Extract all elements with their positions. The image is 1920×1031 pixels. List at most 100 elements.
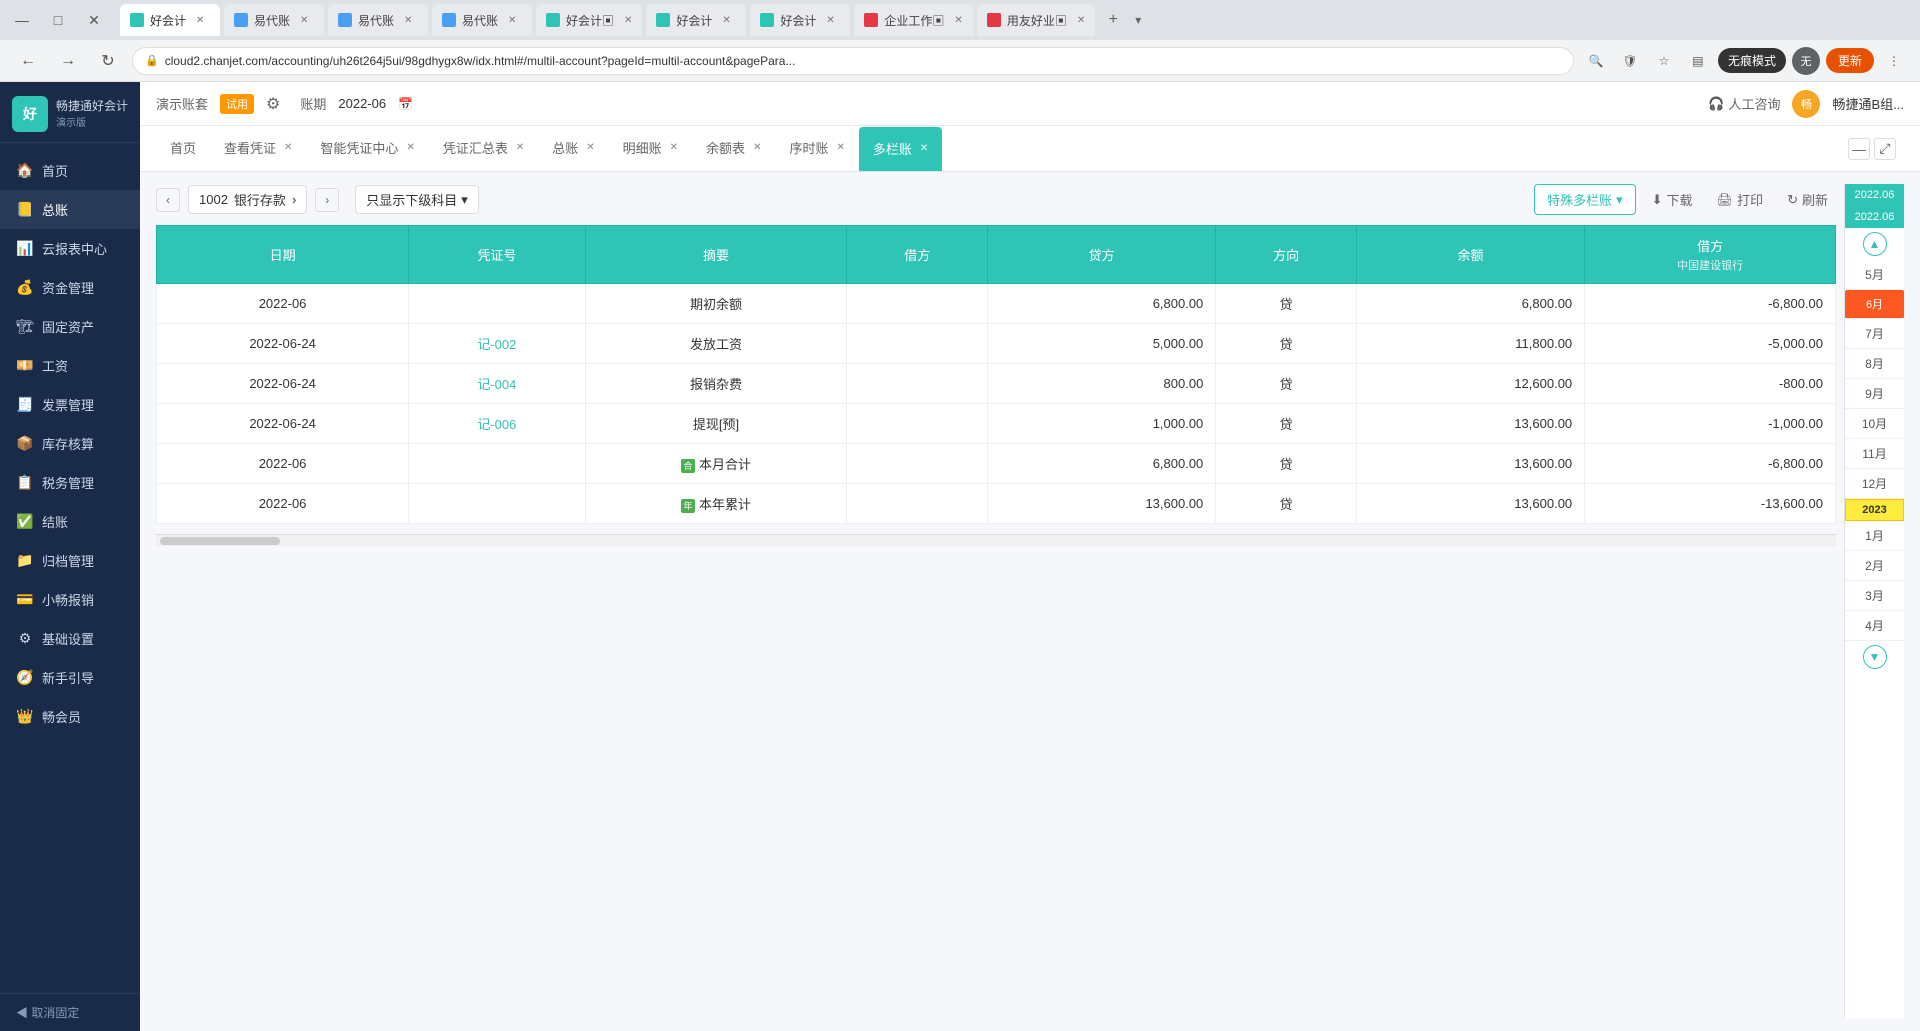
cal-nav-up[interactable]: ▲ — [1845, 228, 1904, 260]
sidebar-item-closing[interactable]: ✅ 结账 — [0, 502, 140, 541]
tab-detail-ledger-close[interactable]: ✕ — [670, 142, 678, 153]
reload-button[interactable]: ↻ — [92, 45, 124, 77]
maximize-btn[interactable]: □ — [44, 6, 72, 34]
sidebar-item-invoices[interactable]: 🧾 发票管理 — [0, 385, 140, 424]
tab-close-8[interactable]: ✕ — [954, 15, 962, 26]
shield-icon[interactable]: 🛡 — [1616, 47, 1644, 75]
sidebar-item-tax[interactable]: 📋 税务管理 — [0, 463, 140, 502]
sidebar-item-funds[interactable]: 💰 资金管理 — [0, 268, 140, 307]
panel-minimize-icon[interactable]: — — [1848, 138, 1870, 160]
calendar-icon[interactable]: 📅 — [398, 97, 413, 111]
tab-sequence[interactable]: 序时账 ✕ — [775, 126, 858, 171]
tab-general-ledger[interactable]: 总账 ✕ — [538, 126, 608, 171]
tab-home[interactable]: 首页 — [156, 126, 210, 171]
refresh-button[interactable]: ↻ 刷新 — [1779, 185, 1836, 214]
tab-close-5[interactable]: ✕ — [624, 15, 632, 26]
browser-tab-1[interactable]: 易代账 ✕ — [224, 4, 324, 36]
tab-balance[interactable]: 余额表 ✕ — [692, 126, 775, 171]
close-btn[interactable]: ✕ — [80, 6, 108, 34]
browser-tab-5[interactable]: 好会计▣ ✕ — [536, 4, 642, 36]
minimize-btn[interactable]: — — [8, 6, 36, 34]
tab-voucher-summary[interactable]: 凭证汇总表 ✕ — [429, 126, 538, 171]
cal-month-8[interactable]: 8月 — [1845, 349, 1904, 379]
horizontal-scrollbar[interactable] — [156, 534, 1836, 546]
tab-view-voucher-close[interactable]: ✕ — [284, 142, 292, 153]
tab-close-1[interactable]: ✕ — [300, 15, 308, 26]
tab-close-3[interactable]: ✕ — [508, 15, 516, 26]
sidebar-item-assets[interactable]: 🏗 固定资产 — [0, 307, 140, 346]
tab-multi-column[interactable]: 多栏账 ✕ — [859, 127, 942, 172]
special-multicolumn-button[interactable]: 特殊多栏账 ▾ — [1534, 184, 1636, 215]
user-avatar[interactable]: 畅 — [1792, 90, 1820, 118]
sidebar-item-member[interactable]: 👑 畅会员 — [0, 697, 140, 736]
account-selector[interactable]: 1002 银行存款 › — [188, 185, 307, 214]
tab-detail-ledger[interactable]: 明细账 ✕ — [609, 126, 692, 171]
browser-tab-3[interactable]: 易代账 ✕ — [432, 4, 532, 36]
browser-tab-6[interactable]: 好会计 ✕ — [646, 4, 746, 36]
star-icon[interactable]: ☆ — [1650, 47, 1678, 75]
cal-prev-btn[interactable]: ▲ — [1863, 232, 1887, 256]
new-tab-button[interactable]: + — [1099, 6, 1127, 34]
next-account-button[interactable]: › — [315, 188, 339, 212]
cal-month-2023-3[interactable]: 3月 — [1845, 581, 1904, 611]
back-button[interactable]: ← — [12, 45, 44, 77]
cal-month-9[interactable]: 9月 — [1845, 379, 1904, 409]
tab-close-6[interactable]: ✕ — [722, 15, 730, 26]
cal-month-10[interactable]: 10月 — [1845, 409, 1904, 439]
tab-sequence-close[interactable]: ✕ — [836, 142, 844, 153]
cal-next-btn[interactable]: ▼ — [1863, 645, 1887, 669]
more-icon[interactable]: ⋮ — [1880, 47, 1908, 75]
browser-tab-9[interactable]: 用友好业▣ ✕ — [977, 4, 1095, 36]
cal-month-2023-4[interactable]: 4月 — [1845, 611, 1904, 641]
forward-button[interactable]: → — [52, 45, 84, 77]
tab-balance-close[interactable]: ✕ — [753, 142, 761, 153]
sidebar-item-expense[interactable]: 💳 小畅报销 — [0, 580, 140, 619]
sidebar-item-archive[interactable]: 📁 归档管理 — [0, 541, 140, 580]
sidebar-item-guide[interactable]: 🧭 新手引导 — [0, 658, 140, 697]
tab-multi-column-close[interactable]: ✕ — [920, 143, 928, 154]
browser-tab-4[interactable]: 好会计 ✕ — [120, 4, 220, 36]
tab-smart-voucher-close[interactable]: ✕ — [406, 142, 414, 153]
cal-nav-down[interactable]: ▼ — [1845, 641, 1904, 673]
browser-tab-8[interactable]: 企业工作▣ ✕ — [854, 4, 972, 36]
cell-voucher-link[interactable]: 记-006 — [409, 404, 585, 444]
tab-general-ledger-close[interactable]: ✕ — [586, 142, 594, 153]
table-scroll-container[interactable]: 日期 凭证号 摘要 借方 贷方 方向 余额 借方 中国建设银行 — [156, 225, 1836, 524]
unpin-button[interactable]: ◀ 取消固定 — [16, 1004, 124, 1021]
filter-dropdown[interactable]: 只显示下级科目 ▾ — [355, 185, 479, 214]
sidebar-item-payroll[interactable]: 💴 工资 — [0, 346, 140, 385]
profile-button[interactable]: 无 — [1792, 47, 1820, 75]
sidebar-item-inventory[interactable]: 📦 库存核算 — [0, 424, 140, 463]
h-scroll-thumb[interactable] — [160, 537, 280, 545]
tab-close-2[interactable]: ✕ — [404, 15, 412, 26]
sidebar-item-settings[interactable]: ⚙ 基础设置 — [0, 619, 140, 658]
cal-month-11[interactable]: 11月 — [1845, 439, 1904, 469]
tab-voucher-summary-close[interactable]: ✕ — [516, 142, 524, 153]
tab-close-9[interactable]: ✕ — [1077, 15, 1085, 26]
tab-smart-voucher[interactable]: 智能凭证中心 ✕ — [306, 126, 428, 171]
update-button[interactable]: 更新 — [1826, 48, 1874, 73]
sidebar-item-home[interactable]: 🏠 首页 — [0, 151, 140, 190]
tab-close-4[interactable]: ✕ — [196, 15, 204, 26]
settings-gear-icon[interactable]: ⚙ — [266, 94, 280, 114]
tab-view-voucher[interactable]: 查看凭证 ✕ — [210, 126, 306, 171]
help-button[interactable]: 🎧 人工咨询 — [1708, 94, 1780, 113]
prev-account-button[interactable]: ‹ — [156, 188, 180, 212]
tab-close-7[interactable]: ✕ — [826, 15, 834, 26]
download-button[interactable]: ⬇ 下载 — [1644, 185, 1701, 214]
cal-month-2023-1[interactable]: 1月 — [1845, 521, 1904, 551]
browser-tab-7[interactable]: 好会计 ✕ — [750, 4, 850, 36]
sidebar-item-reports[interactable]: 📊 云报表中心 — [0, 229, 140, 268]
cal-month-6[interactable]: 6月 — [1845, 290, 1904, 319]
cal-month-7[interactable]: 7月 — [1845, 319, 1904, 349]
address-bar[interactable]: 🔒 cloud2.chanjet.com/accounting/uh26t264… — [132, 47, 1574, 75]
cell-voucher-link[interactable]: 记-004 — [409, 364, 585, 404]
stealth-mode-button[interactable]: 无痕模式 — [1718, 48, 1786, 73]
search-icon[interactable]: 🔍 — [1582, 47, 1610, 75]
print-button[interactable]: 🖨 打印 — [1709, 185, 1772, 214]
browser-tab-2[interactable]: 易代账 ✕ — [328, 4, 428, 36]
sidebar-item-ledger[interactable]: 📒 总账 — [0, 190, 140, 229]
cal-month-5[interactable]: 5月 — [1845, 260, 1904, 290]
sidebar-toggle-icon[interactable]: ▤ — [1684, 47, 1712, 75]
panel-expand-icon[interactable]: ⤢ — [1874, 138, 1896, 160]
